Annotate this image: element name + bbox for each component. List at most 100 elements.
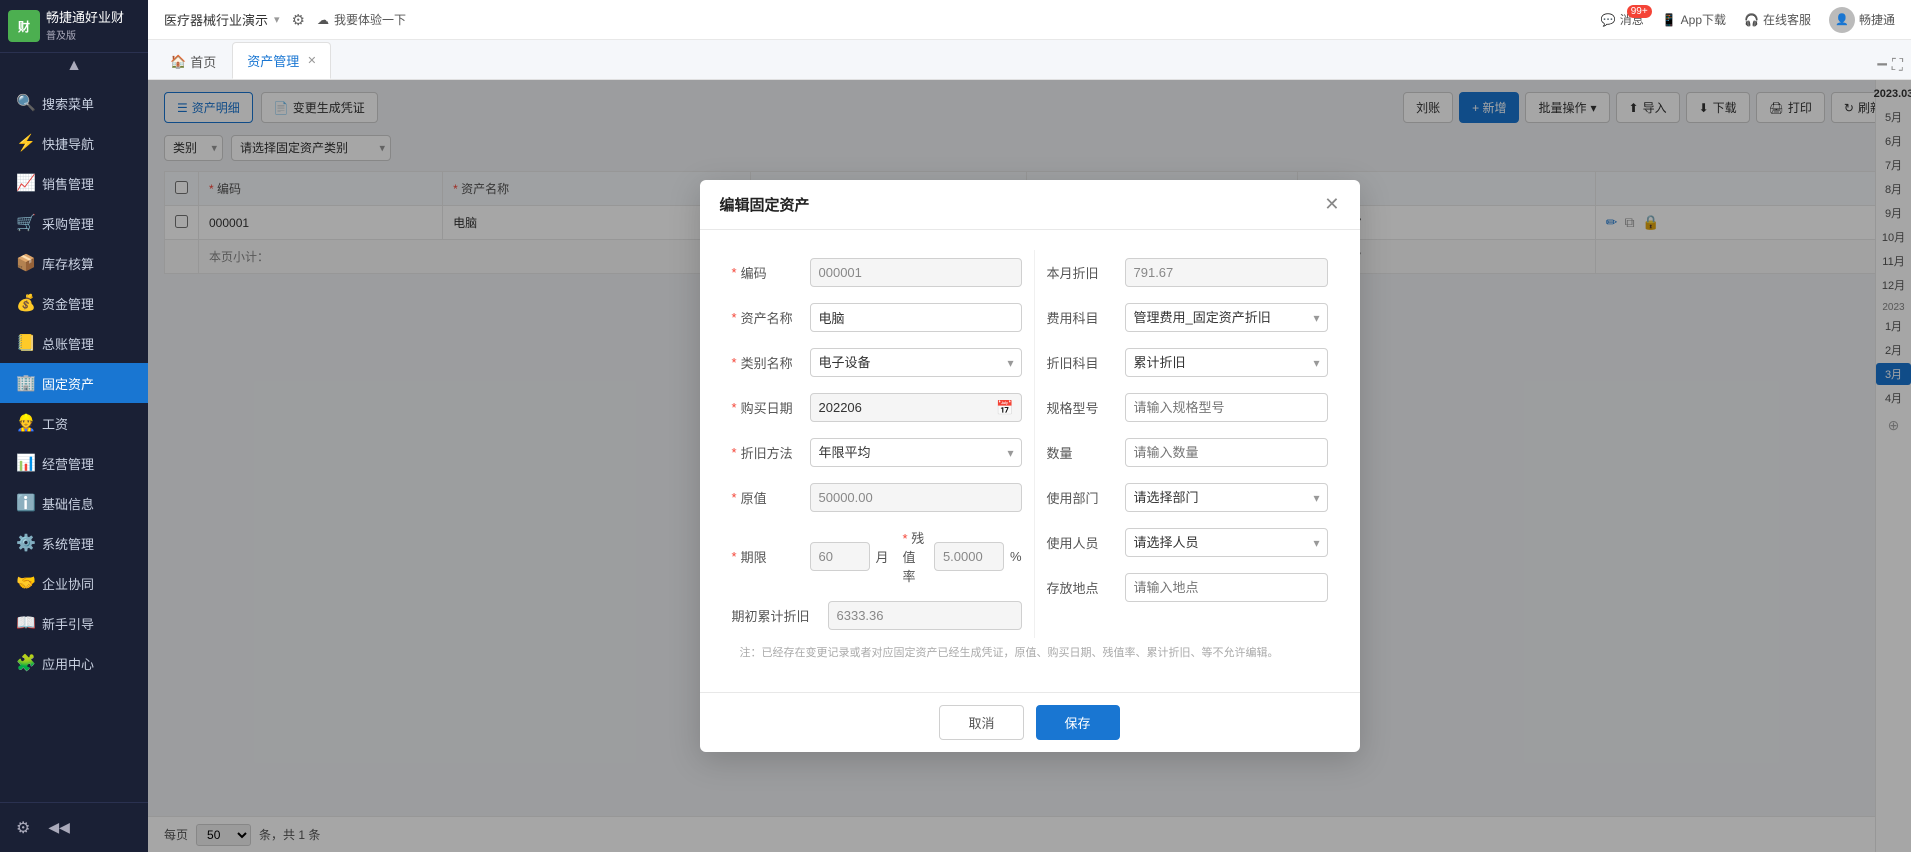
sales-icon: 📈 (16, 173, 34, 193)
depreciation-method-label: * 折旧方法 (732, 443, 802, 462)
sidebar-item-finance[interactable]: 💰 资金管理 (0, 283, 148, 323)
app-download-button[interactable]: 📱 App下载 (1662, 11, 1726, 28)
tabbar-right: 🗕 ⛶ (1876, 52, 1903, 79)
purchase-date-input[interactable] (810, 393, 1022, 422)
sidebar-item-inventory[interactable]: 📦 库存核算 (0, 243, 148, 283)
staff-select[interactable]: 请选择人员 (1125, 528, 1328, 557)
message-icon: 💬 (1601, 13, 1616, 27)
tab-home[interactable]: 🏠 首页 (156, 44, 230, 79)
sidebar-item-label: 搜索菜单 (42, 94, 94, 113)
dep-account-select[interactable]: 累计折旧 (1125, 348, 1328, 377)
sidebar-item-label: 资金管理 (42, 294, 94, 313)
form-row-department: 使用部门 请选择部门 (1035, 475, 1340, 520)
modal-title: 编辑固定资产 (720, 194, 810, 215)
depreciation-method-select[interactable]: 年限平均 (810, 438, 1022, 467)
sidebar-item-payroll[interactable]: 👷 工资 (0, 403, 148, 443)
settings-icon: ⚙ (16, 818, 30, 838)
name-label: * 资产名称 (732, 308, 802, 327)
sidebar-item-ledger[interactable]: 📒 总账管理 (0, 323, 148, 363)
sidebar-item-quick-nav[interactable]: ⚡ 快捷导航 (0, 123, 148, 163)
spec-model-input[interactable] (1125, 393, 1328, 422)
sidebar-item-label: 系统管理 (42, 534, 94, 553)
dep-account-label: 折旧科目 (1047, 353, 1117, 372)
spec-model-label: 规格型号 (1047, 398, 1117, 417)
form-row-depreciation-method: * 折旧方法 年限平均 (720, 430, 1034, 475)
online-service-button[interactable]: 🎧 在线客服 (1744, 11, 1811, 28)
department-select[interactable]: 请选择部门 (1125, 483, 1328, 512)
monthly-dep-input (1125, 258, 1328, 287)
tab-close-icon[interactable]: ✕ (307, 54, 316, 67)
mobile-icon: 📱 (1662, 13, 1677, 27)
app-download-label: App下载 (1681, 11, 1726, 28)
category-select-wrap: 电子设备 (810, 348, 1022, 377)
residual-rate-input[interactable] (934, 542, 1004, 571)
period-input[interactable] (810, 542, 870, 571)
company-arrow-icon: ▾ (274, 13, 280, 26)
tabbar: 🏠 首页 资产管理 ✕ 🗕 ⛶ (148, 40, 1911, 80)
residual-rate-label: * 残值率 (903, 528, 928, 585)
sidebar-item-search[interactable]: 🔍 搜索菜单 (0, 83, 148, 123)
sidebar-item-collaboration[interactable]: 🤝 企业协同 (0, 563, 148, 603)
sidebar-item-label: 基础信息 (42, 494, 94, 513)
experience-button[interactable]: ☁ 我要体验一下 (317, 11, 406, 28)
sidebar-nav: 🔍 搜索菜单 ⚡ 快捷导航 📈 销售管理 🛒 采购管理 📦 库存核算 💰 资金管… (0, 79, 148, 802)
sidebar-item-basic-info[interactable]: ℹ️ 基础信息 (0, 483, 148, 523)
sidebar-scroll-up[interactable]: ▲ (0, 53, 148, 79)
sidebar-collapse-button[interactable]: ◀◀ (38, 813, 80, 842)
messages-button[interactable]: 💬 消息 99+ (1601, 11, 1644, 28)
modal-right-col: 本月折旧 费用科目 管理费用_固定资产折旧 (1035, 250, 1340, 638)
fixed-assets-icon: 🏢 (16, 373, 34, 393)
modal-close-button[interactable]: ✕ (1324, 194, 1339, 215)
dep-account-wrap: 累计折旧 (1125, 348, 1328, 377)
tab-minimize-button[interactable]: 🗕 (1876, 52, 1887, 79)
user-profile[interactable]: 👤 畅捷通 (1829, 7, 1895, 33)
sidebar-item-operations[interactable]: 📊 经营管理 (0, 443, 148, 483)
expense-account-select[interactable]: 管理费用_固定资产折旧 (1125, 303, 1328, 332)
staff-wrap: 请选择人员 (1125, 528, 1328, 557)
sidebar-item-fixed-assets[interactable]: 🏢 固定资产 (0, 363, 148, 403)
code-input[interactable] (810, 258, 1022, 287)
sidebar-item-label: 应用中心 (42, 654, 94, 673)
sidebar-item-label: 新手引导 (42, 614, 94, 633)
quantity-input[interactable] (1125, 438, 1328, 467)
operations-icon: 📊 (16, 453, 34, 473)
sidebar-item-guide[interactable]: 📖 新手引导 (0, 603, 148, 643)
sidebar-item-system[interactable]: ⚙️ 系统管理 (0, 523, 148, 563)
sidebar-item-sales[interactable]: 📈 销售管理 (0, 163, 148, 203)
sidebar-item-label: 经营管理 (42, 454, 94, 473)
period-accum-dep-input[interactable] (828, 601, 1022, 630)
form-row-period-accum-dep: 期初累计折旧 (720, 593, 1034, 638)
form-row-name: * 资产名称 (720, 295, 1034, 340)
search-icon: 🔍 (16, 93, 34, 113)
tab-home-label: 首页 (190, 52, 216, 71)
app-center-icon: 🧩 (16, 653, 34, 673)
name-input[interactable] (810, 303, 1022, 332)
staff-label: 使用人员 (1047, 533, 1117, 552)
location-input[interactable] (1125, 573, 1328, 602)
modal-header: 编辑固定资产 ✕ (700, 180, 1360, 230)
sidebar-item-purchase[interactable]: 🛒 采购管理 (0, 203, 148, 243)
tab-maximize-button[interactable]: ⛶ (1892, 57, 1903, 75)
residual-rate-unit: % (1010, 549, 1022, 564)
sidebar-item-app-center[interactable]: 🧩 应用中心 (0, 643, 148, 683)
modal-body: * 编码 * 资产名称 (700, 230, 1360, 692)
sidebar-settings[interactable]: ⚙ ◀◀ (0, 802, 148, 852)
form-row-category: * 类别名称 电子设备 (720, 340, 1034, 385)
category-select[interactable]: 电子设备 (810, 348, 1022, 377)
original-value-input[interactable] (810, 483, 1022, 512)
save-button[interactable]: 保存 (1036, 705, 1120, 740)
depreciation-method-wrap: 年限平均 (810, 438, 1022, 467)
headset-icon: 🎧 (1744, 13, 1759, 27)
topbar-settings-icon[interactable]: ⚙ (292, 11, 305, 29)
purchase-date-wrap: 📅 (810, 393, 1022, 422)
experience-label: 我要体验一下 (334, 11, 406, 28)
avatar: 👤 (1829, 7, 1855, 33)
purchase-date-label: * 购买日期 (732, 398, 802, 417)
calendar-icon[interactable]: 📅 (996, 399, 1013, 416)
online-service-label: 在线客服 (1763, 11, 1811, 28)
modal-note: 注：已经存在变更记录或者对应固定资产已经生成凭证，原值、购买日期、残值率、累计折… (720, 638, 1340, 672)
tab-asset-management[interactable]: 资产管理 ✕ (232, 42, 331, 79)
collaboration-icon: 🤝 (16, 573, 34, 593)
location-label: 存放地点 (1047, 578, 1117, 597)
cancel-button[interactable]: 取消 (939, 705, 1023, 740)
